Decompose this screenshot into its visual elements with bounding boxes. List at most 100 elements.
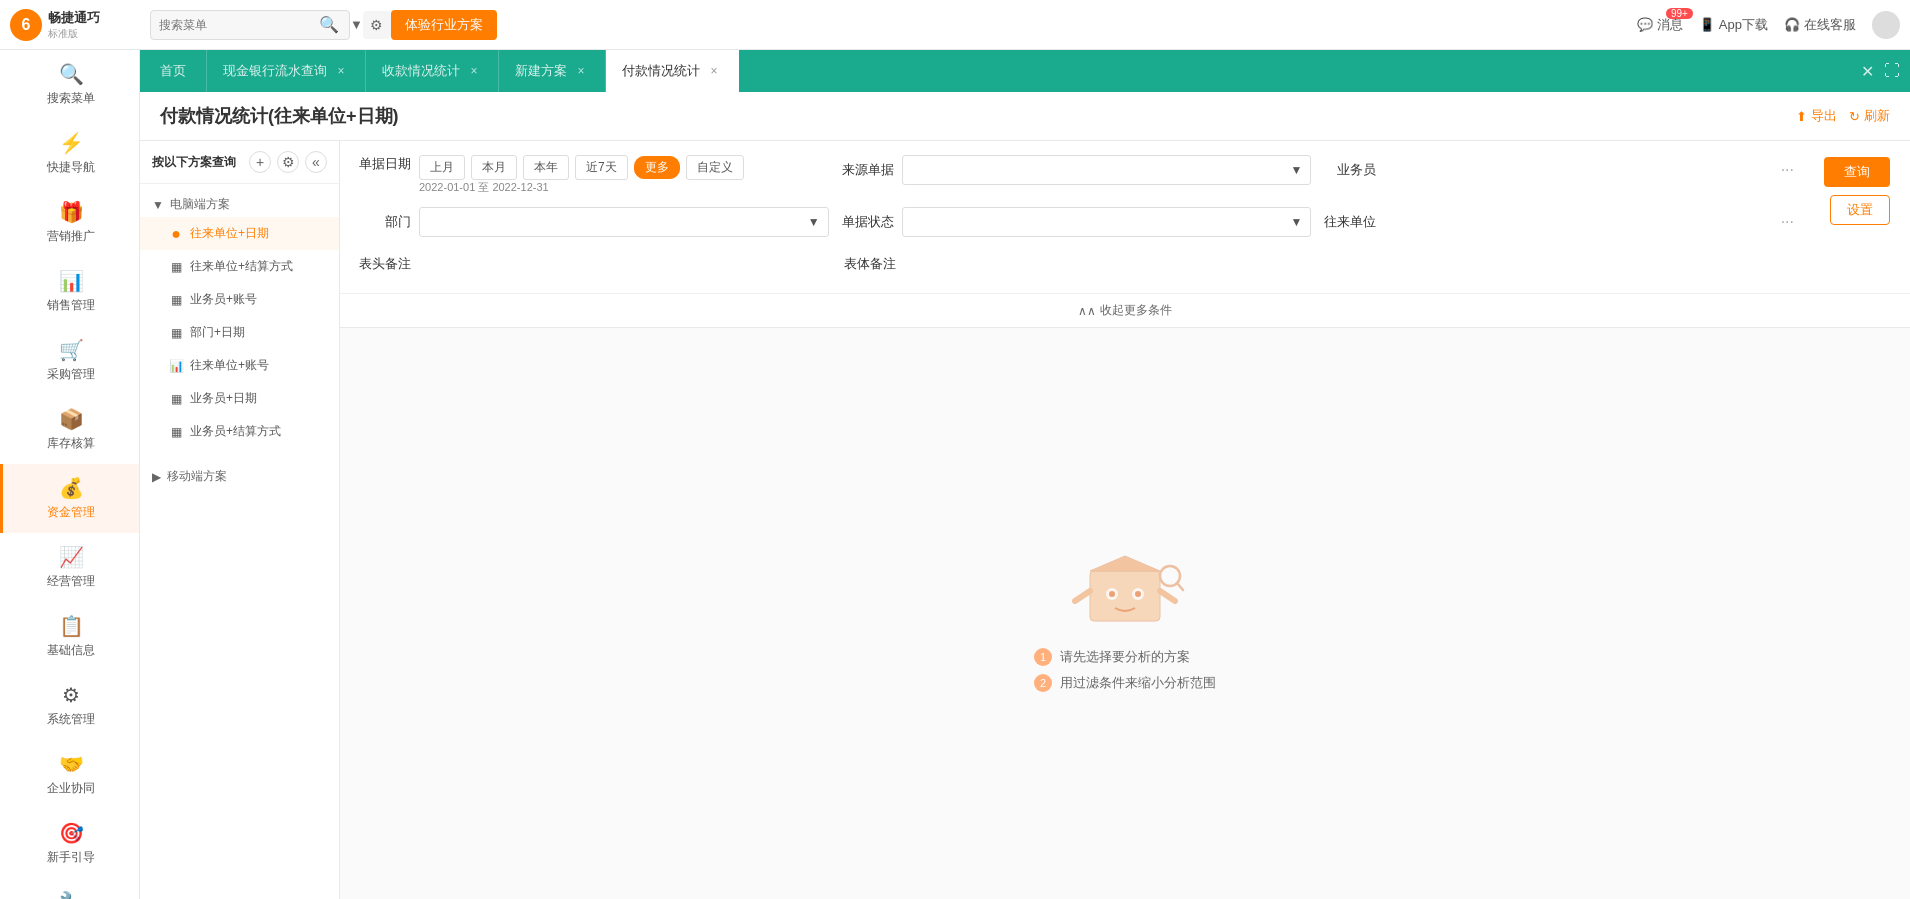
export-button[interactable]: ⬆ 导出: [1796, 107, 1837, 125]
filter-main: 单据日期 上月 本月 本年 近7天 更多: [340, 141, 1810, 293]
tip-text-2: 用过滤条件来缩小分析范围: [1060, 674, 1216, 692]
scheme-item-icon-6: ▦: [168, 424, 184, 440]
scheme-add-button[interactable]: +: [249, 151, 271, 173]
tab-fullscreen-icon[interactable]: ⛶: [1884, 62, 1900, 80]
sidebar-item-newguide[interactable]: 🎯 新手引导: [0, 809, 139, 878]
source-voucher-select[interactable]: ▼: [902, 155, 1312, 185]
date-controls: 上月 本月 本年 近7天 更多 自定义 2022-01-01 至 20: [419, 155, 744, 195]
marketing-icon: 🎁: [59, 200, 83, 224]
tab-close-all-icon[interactable]: ✕: [1861, 62, 1874, 81]
scheme-collapse-button[interactable]: «: [305, 151, 327, 173]
sidebar-label-enterprise: 企业协同: [47, 780, 95, 797]
tab-home[interactable]: 首页: [140, 50, 207, 92]
scheme-item-unit-account[interactable]: 📊 往来单位+账号: [140, 349, 339, 382]
gear-button[interactable]: ⚙: [363, 11, 391, 39]
scheme-item-unit-date[interactable]: ● 往来单位+日期: [140, 217, 339, 250]
page-title: 付款情况统计(往来单位+日期): [160, 104, 399, 128]
online-service-item[interactable]: 🎧 在线客服: [1784, 16, 1856, 34]
svg-rect-0: [1090, 571, 1160, 621]
newguide-icon: 🎯: [59, 821, 83, 845]
filter-field-source: 来源单据 ▼: [839, 155, 1312, 185]
header-search-wrap[interactable]: 🔍: [150, 10, 350, 40]
sidebar-label-operations: 经营管理: [47, 573, 95, 590]
scheme-section-mobile-title[interactable]: ▶ 移动端方案: [140, 464, 339, 489]
sidebar-item-inventory[interactable]: 📦 库存核算: [0, 395, 139, 464]
body-note-input[interactable]: [904, 249, 1310, 279]
scheme-item-staff-account[interactable]: ▦ 业务员+账号: [140, 283, 339, 316]
sidebar-item-operations[interactable]: 📈 经营管理: [0, 533, 139, 602]
sidebar-item-enterprise[interactable]: 🤝 企业协同: [0, 740, 139, 809]
sidebar-item-finance[interactable]: 💰 资金管理: [0, 464, 139, 533]
scheme-item-dept-date[interactable]: ▦ 部门+日期: [140, 316, 339, 349]
date-btn-more[interactable]: 更多: [634, 156, 680, 179]
svg-line-6: [1075, 591, 1090, 601]
source-dropdown-icon: ▼: [1290, 163, 1302, 177]
trial-button[interactable]: 体验行业方案: [391, 10, 497, 40]
sidebar-item-system[interactable]: ⚙ 系统管理: [0, 671, 139, 740]
related-unit-input[interactable]: [1384, 207, 1772, 237]
tab-receipts-label: 收款情况统计: [382, 62, 460, 80]
date-btn-last-month[interactable]: 上月: [419, 155, 465, 180]
tab-new-scheme[interactable]: 新建方案 ×: [499, 50, 606, 92]
tab-bar: 首页 现金银行流水查询 × 收款情况统计 × 新建方案 × 付款情况统计 × ✕…: [140, 50, 1910, 92]
app-download-item[interactable]: 📱 App下载: [1699, 16, 1768, 34]
scheme-settings-button[interactable]: ⚙: [277, 151, 299, 173]
scheme-section-desktop-label: 电脑端方案: [170, 196, 230, 213]
header-dropdown[interactable]: ▼: [350, 17, 363, 32]
scheme-item-unit-settle[interactable]: ▦ 往来单位+结算方式: [140, 250, 339, 283]
sidebar-item-sales[interactable]: 📊 销售管理: [0, 257, 139, 326]
tab-new-scheme-close[interactable]: ×: [573, 63, 589, 79]
query-button[interactable]: 查询: [1824, 157, 1890, 187]
result-area: 1 请先选择要分析的方案 2 用过滤条件来缩小分析范围: [340, 328, 1910, 899]
sidebar-item-quicknav[interactable]: ⚡ 快捷导航: [0, 119, 139, 188]
date-btn-custom[interactable]: 自定义: [686, 155, 744, 180]
header-search-input[interactable]: [159, 18, 319, 32]
sales-icon: 📊: [59, 269, 83, 293]
dept-select[interactable]: ▼: [419, 207, 829, 237]
header-note-input[interactable]: [419, 249, 825, 279]
app-download-label: App下载: [1719, 16, 1768, 34]
sidebar-item-hardware[interactable]: 🔧 智能硬件: [0, 878, 139, 899]
logo-area: 6 畅捷通巧 标准版: [10, 9, 150, 41]
scheme-section-desktop-title[interactable]: ▼ 电脑端方案: [140, 192, 339, 217]
scheme-header: 按以下方案查询 + ⚙ «: [140, 141, 339, 184]
notification-badge: 99+: [1666, 8, 1693, 19]
page-header: 付款情况统计(往来单位+日期) ⬆ 导出 ↻ 刷新: [140, 92, 1910, 141]
salesman-input[interactable]: [1384, 155, 1772, 185]
sidebar-item-marketing[interactable]: 🎁 营销推广: [0, 188, 139, 257]
sidebar-item-purchase[interactable]: 🛒 采购管理: [0, 326, 139, 395]
tab-payments-close[interactable]: ×: [706, 63, 722, 79]
date-btn-7days[interactable]: 近7天: [575, 155, 628, 180]
scheme-item-unit-settle-label: 往来单位+结算方式: [190, 258, 293, 275]
salesman-more-icon[interactable]: ···: [1781, 161, 1794, 179]
date-btn-this-year[interactable]: 本年: [523, 155, 569, 180]
notification-item[interactable]: 💬 消息 99+: [1637, 16, 1683, 34]
query-action-area: 查询 设置: [1810, 141, 1910, 293]
user-avatar[interactable]: [1872, 11, 1900, 39]
tab-bank-close[interactable]: ×: [333, 63, 349, 79]
sidebar-item-basic[interactable]: 📋 基础信息: [0, 602, 139, 671]
collapse-label: 收起更多条件: [1100, 302, 1172, 319]
tab-payments[interactable]: 付款情况统计 ×: [606, 50, 739, 92]
filter-field-header-note: 表头备注: [356, 249, 825, 279]
tab-payments-label: 付款情况统计: [622, 62, 700, 80]
tab-receipts[interactable]: 收款情况统计 ×: [366, 50, 499, 92]
enterprise-icon: 🤝: [59, 752, 83, 776]
filter-settings-button[interactable]: 设置: [1830, 195, 1890, 225]
sidebar-item-search[interactable]: 🔍 搜索菜单: [0, 50, 139, 119]
tab-bank[interactable]: 现金银行流水查询 ×: [207, 50, 366, 92]
collapse-more-bar: ∧∧ 收起更多条件: [340, 293, 1910, 327]
date-range-text: 2022-01-01 至 2022-12-31: [419, 180, 744, 195]
collapse-more-button[interactable]: ∧∧ 收起更多条件: [1078, 302, 1172, 319]
related-unit-more-icon[interactable]: ···: [1781, 213, 1794, 231]
refresh-button[interactable]: ↻ 刷新: [1849, 107, 1890, 125]
scheme-item-staff-settle[interactable]: ▦ 业务员+结算方式: [140, 415, 339, 448]
status-label: 单据状态: [839, 213, 894, 231]
search-icon: 🔍: [59, 62, 83, 86]
scheme-item-staff-date[interactable]: ▦ 业务员+日期: [140, 382, 339, 415]
scheme-item-icon-1: ▦: [168, 259, 184, 275]
tab-receipts-close[interactable]: ×: [466, 63, 482, 79]
status-select[interactable]: ▼: [902, 207, 1312, 237]
date-btn-this-month[interactable]: 本月: [471, 155, 517, 180]
sidebar-label-purchase: 采购管理: [47, 366, 95, 383]
